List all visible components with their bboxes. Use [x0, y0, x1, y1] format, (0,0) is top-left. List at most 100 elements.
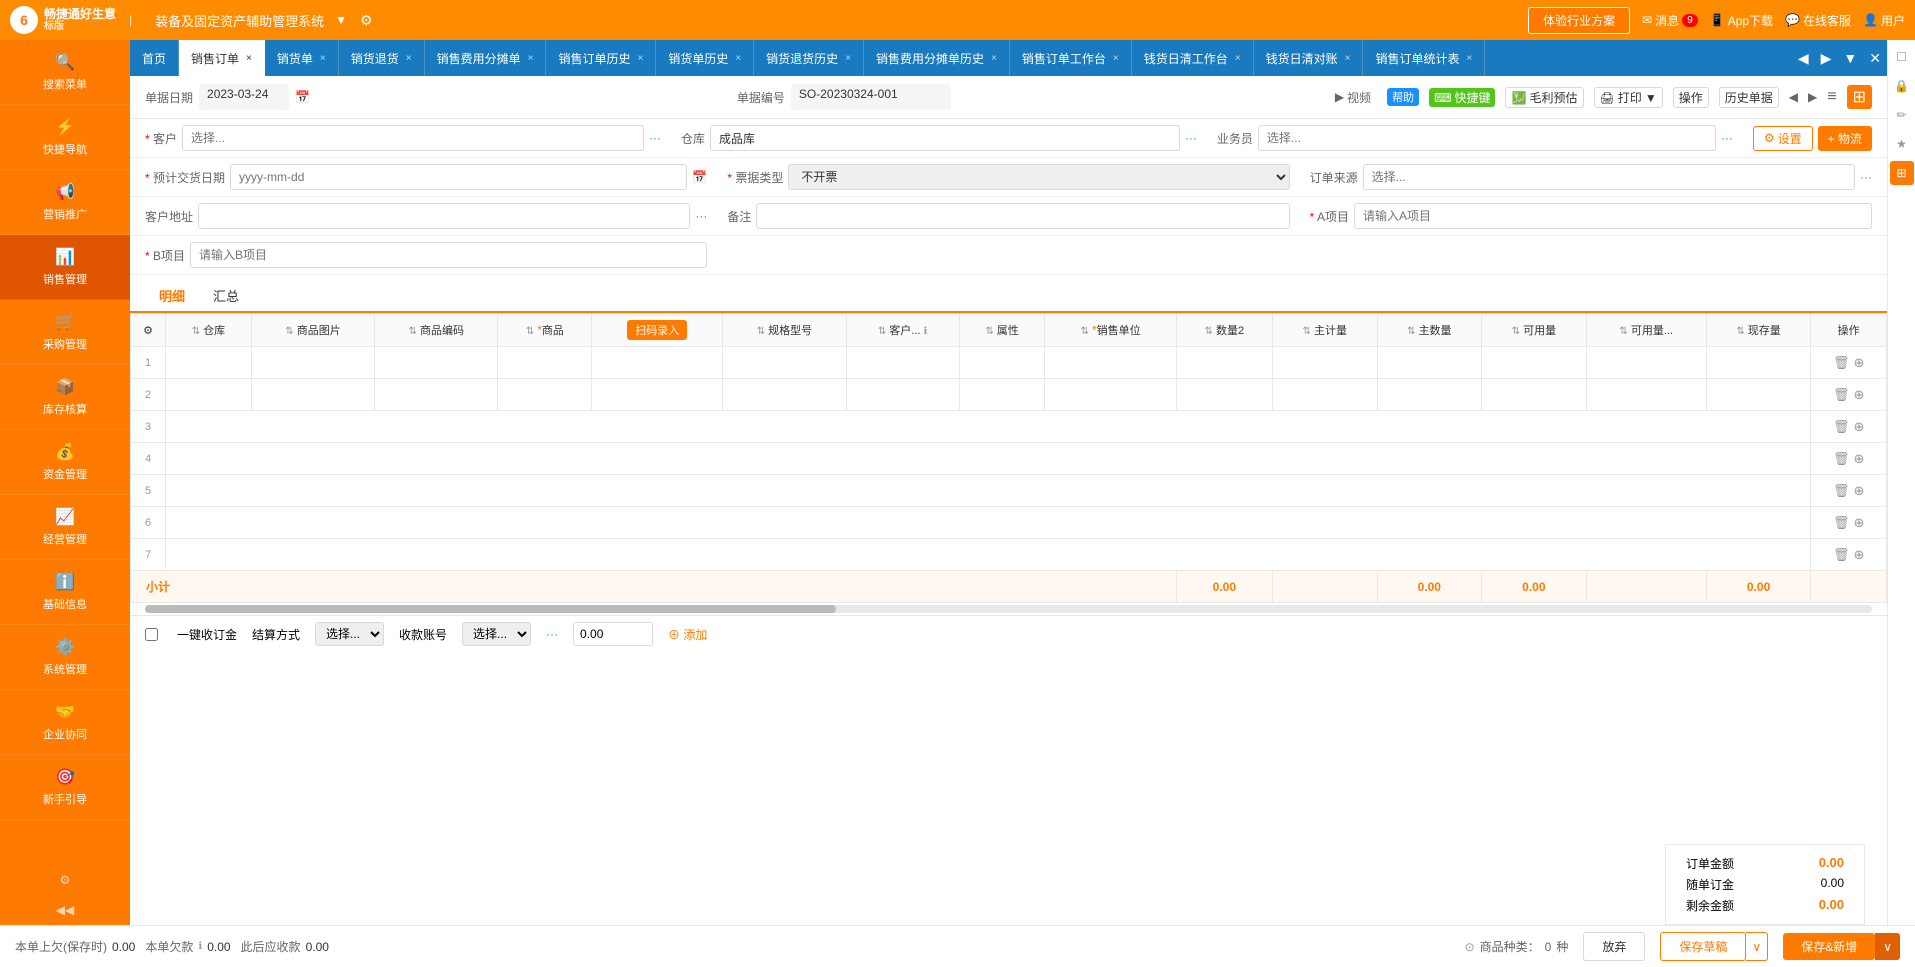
- delivery-calendar-icon[interactable]: 📅: [692, 170, 707, 184]
- row4-delete-icon[interactable]: 🗑: [1833, 451, 1850, 467]
- row2-delete-icon[interactable]: 🗑: [1833, 387, 1850, 403]
- row2-available[interactable]: [1482, 379, 1587, 411]
- row2-stock[interactable]: [1706, 379, 1811, 411]
- invoice-type-select[interactable]: 不开票 增值税普通发票 增值税专用发票: [788, 164, 1289, 190]
- discard-button[interactable]: 放弃: [1583, 932, 1645, 961]
- staff-ellipsis-button[interactable]: ···: [1721, 131, 1733, 145]
- tab-close-sales-stats[interactable]: ×: [1466, 53, 1472, 64]
- add-logistics-button[interactable]: + 物流: [1818, 126, 1872, 151]
- row5-delete-icon[interactable]: 🗑: [1833, 483, 1850, 499]
- col-scan[interactable]: 扫码录入: [592, 314, 723, 347]
- address-input[interactable]: [198, 203, 690, 229]
- horizontal-scrollbar[interactable]: [145, 605, 1872, 613]
- sidebar-collapse-icon[interactable]: ◀◀: [0, 895, 130, 925]
- scan-button[interactable]: 扫码录入: [627, 320, 687, 340]
- row4-copy-icon[interactable]: ⊕: [1853, 451, 1864, 467]
- tab-sales-order[interactable]: 销售订单 ×: [179, 40, 265, 76]
- tab-sales-order-history[interactable]: 销售订单历史 ×: [546, 40, 656, 76]
- tab-close-sales-return[interactable]: ×: [406, 53, 412, 64]
- row6-empty[interactable]: [166, 507, 1811, 539]
- row4-empty[interactable]: [166, 443, 1811, 475]
- bank-ellipsis[interactable]: ···: [546, 627, 558, 641]
- row2-main-unit[interactable]: [1272, 379, 1377, 411]
- row1-delete-icon[interactable]: 🗑: [1833, 355, 1850, 371]
- row7-delete-icon[interactable]: 🗑: [1833, 547, 1850, 563]
- print-button[interactable]: 🖨 打印 ▼: [1594, 87, 1663, 108]
- tab-close-sales-expense[interactable]: ×: [528, 53, 534, 64]
- system-dropdown-icon[interactable]: ▼: [335, 13, 347, 27]
- row1-warehouse[interactable]: [166, 347, 252, 379]
- row2-copy-icon[interactable]: ⊕: [1853, 387, 1864, 403]
- row1-available[interactable]: [1482, 347, 1587, 379]
- history-button[interactable]: 历史单据: [1719, 87, 1779, 108]
- staff-input[interactable]: [1258, 125, 1716, 151]
- row1-code[interactable]: [375, 347, 498, 379]
- row1-main-unit[interactable]: [1272, 347, 1377, 379]
- row2-customer-code[interactable]: [846, 379, 959, 411]
- row2-scan[interactable]: [592, 379, 723, 411]
- tab-close-cash-workbench[interactable]: ×: [1235, 53, 1241, 64]
- settings-button[interactable]: ⚙ 设置: [1753, 126, 1813, 151]
- tab-sales-invoice[interactable]: 销货单 ×: [265, 40, 339, 76]
- sidebar-item-quick-nav[interactable]: ⚡ 快捷导航: [0, 105, 130, 170]
- tab-prev-button[interactable]: ◀: [1792, 50, 1815, 67]
- profit-button[interactable]: 💹 毛利预估: [1505, 87, 1583, 108]
- sidebar-item-marketing[interactable]: 📢 营销推广: [0, 170, 130, 235]
- save-new-button[interactable]: 保存&新增: [1783, 933, 1875, 960]
- row2-unit[interactable]: [1045, 379, 1176, 411]
- sidebar-item-guide[interactable]: 🎯 新手引导: [0, 755, 130, 820]
- warehouse-ellipsis-button[interactable]: ···: [1185, 131, 1197, 145]
- sidebar-item-system[interactable]: ⚙️ 系统管理: [0, 625, 130, 690]
- calendar-icon[interactable]: 📅: [295, 90, 310, 104]
- tab-close-cash-reconcile[interactable]: ×: [1345, 53, 1351, 64]
- row1-spec[interactable]: [723, 347, 846, 379]
- tab-close-sales-order-history[interactable]: ×: [637, 53, 643, 64]
- tab-dropdown-button[interactable]: ▼: [1837, 50, 1863, 67]
- sidebar-item-finance[interactable]: 💰 资金管理: [0, 430, 130, 495]
- row1-attribute[interactable]: [959, 347, 1045, 379]
- tab-close-sales-invoice[interactable]: ×: [320, 53, 326, 64]
- row1-qty2[interactable]: [1176, 347, 1272, 379]
- row1-scan[interactable]: [592, 347, 723, 379]
- tab-summary[interactable]: 汇总: [199, 280, 253, 311]
- online-service-button[interactable]: 💬 在线客服: [1785, 12, 1851, 29]
- col-settings[interactable]: ⚙: [131, 314, 166, 347]
- row5-copy-icon[interactable]: ⊕: [1853, 483, 1864, 499]
- sidebar-item-purchase[interactable]: 🛒 采购管理: [0, 300, 130, 365]
- tab-close-sales-order[interactable]: ×: [246, 53, 252, 64]
- bank-select[interactable]: 选择...: [462, 622, 531, 646]
- user-button[interactable]: 👤 用户: [1863, 12, 1905, 29]
- right-panel-icon-3[interactable]: ✏: [1890, 103, 1914, 127]
- row1-main-qty[interactable]: [1377, 347, 1482, 379]
- help-badge[interactable]: 帮助: [1387, 88, 1419, 106]
- sidebar-settings-icon[interactable]: ⚙: [0, 865, 130, 895]
- tab-sales-expense[interactable]: 销售费用分摊单 ×: [425, 40, 547, 76]
- table-toggle-button[interactable]: ⊞: [1847, 85, 1872, 109]
- right-panel-icon-2[interactable]: 🔒: [1890, 74, 1914, 98]
- order-source-ellipsis[interactable]: ···: [1860, 170, 1872, 184]
- sidebar-item-inventory[interactable]: 📦 库存核算: [0, 365, 130, 430]
- row6-copy-icon[interactable]: ⊕: [1853, 515, 1864, 531]
- sidebar-item-baseinfo[interactable]: ℹ️ 基础信息: [0, 560, 130, 625]
- save-draft-button[interactable]: 保存草稿: [1660, 932, 1746, 961]
- row1-img[interactable]: [251, 347, 374, 379]
- view-video-button[interactable]: ▶ 视频: [1329, 87, 1377, 108]
- tab-home[interactable]: 首页: [130, 40, 179, 76]
- doc-date-value[interactable]: 2023-03-24: [199, 84, 289, 110]
- tab-close-sales-expense-history[interactable]: ×: [991, 53, 997, 64]
- remark-input[interactable]: [756, 203, 1289, 229]
- tab-next-button[interactable]: ▶: [1815, 50, 1838, 67]
- tab-detail[interactable]: 明细: [145, 280, 199, 313]
- customer-input[interactable]: [182, 125, 644, 151]
- row1-unit[interactable]: [1045, 347, 1176, 379]
- row7-empty[interactable]: [166, 539, 1811, 571]
- payment-amount-input[interactable]: [573, 622, 653, 646]
- sidebar-item-operation[interactable]: 📈 经营管理: [0, 495, 130, 560]
- sidebar-item-enterprise[interactable]: 🤝 企业协同: [0, 690, 130, 755]
- row3-delete-icon[interactable]: 🗑: [1833, 419, 1850, 435]
- message-button[interactable]: ✉ 消息 9: [1642, 12, 1698, 29]
- row2-code[interactable]: [375, 379, 498, 411]
- delivery-date-input[interactable]: [230, 164, 687, 190]
- save-draft-dropdown-button[interactable]: ∨: [1746, 932, 1768, 961]
- scroll-thumb[interactable]: [145, 605, 836, 613]
